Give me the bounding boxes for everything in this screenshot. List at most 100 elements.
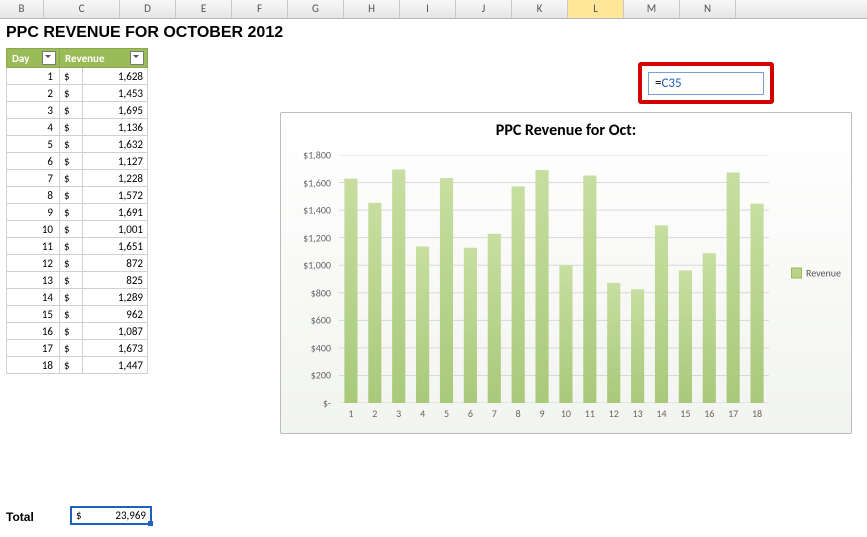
filter-dropdown-icon[interactable] xyxy=(42,51,56,65)
bar[interactable] xyxy=(535,170,548,403)
table-row[interactable]: 1$1,628 xyxy=(7,68,148,85)
table-row[interactable]: 18$1,447 xyxy=(7,357,148,374)
col-header-L[interactable]: L xyxy=(568,0,624,18)
cell-currency[interactable]: $ xyxy=(60,85,83,102)
col-header-K[interactable]: K xyxy=(512,0,568,18)
cell-revenue[interactable]: 1,001 xyxy=(83,221,148,238)
table-row[interactable]: 10$1,001 xyxy=(7,221,148,238)
cell-day[interactable]: 15 xyxy=(7,306,60,323)
cell-day[interactable]: 14 xyxy=(7,289,60,306)
cell-revenue[interactable]: 1,087 xyxy=(83,323,148,340)
cell-currency[interactable]: $ xyxy=(60,204,83,221)
revenue-table[interactable]: Day Revenue 1$1,6282$1,4533$1,6954$1,136… xyxy=(6,48,148,374)
bar[interactable] xyxy=(559,265,572,403)
bar[interactable] xyxy=(416,246,429,403)
cell-currency[interactable]: $ xyxy=(60,187,83,204)
col-header-C[interactable]: C xyxy=(44,0,120,18)
bar[interactable] xyxy=(512,186,525,403)
cell-day[interactable]: 4 xyxy=(7,119,60,136)
cell-currency[interactable]: $ xyxy=(60,221,83,238)
cell-currency[interactable]: $ xyxy=(60,272,83,289)
cell-day[interactable]: 18 xyxy=(7,357,60,374)
cell-currency[interactable]: $ xyxy=(60,153,83,170)
col-header-E[interactable]: E xyxy=(176,0,232,18)
bar[interactable] xyxy=(607,283,620,403)
col-header-D[interactable]: D xyxy=(120,0,176,18)
cell-day[interactable]: 2 xyxy=(7,85,60,102)
bar[interactable] xyxy=(583,176,596,403)
cell-day[interactable]: 13 xyxy=(7,272,60,289)
cell-revenue[interactable]: 1,289 xyxy=(83,289,148,306)
cell-revenue[interactable]: 825 xyxy=(83,272,148,289)
col-day-header[interactable]: Day xyxy=(7,49,60,68)
cell-day[interactable]: 16 xyxy=(7,323,60,340)
bar[interactable] xyxy=(392,169,405,403)
table-row[interactable]: 7$1,228 xyxy=(7,170,148,187)
cell-revenue[interactable]: 1,453 xyxy=(83,85,148,102)
col-header-I[interactable]: I xyxy=(400,0,456,18)
bar[interactable] xyxy=(655,225,668,403)
cell-revenue[interactable]: 1,651 xyxy=(83,238,148,255)
total-cell[interactable]: $ 23,969 xyxy=(70,506,152,525)
bar[interactable] xyxy=(344,179,357,403)
cell-currency[interactable]: $ xyxy=(60,136,83,153)
table-row[interactable]: 5$1,632 xyxy=(7,136,148,153)
col-header-B[interactable]: B xyxy=(0,0,44,18)
bar[interactable] xyxy=(488,234,501,403)
cell-revenue[interactable]: 1,632 xyxy=(83,136,148,153)
cell-day[interactable]: 7 xyxy=(7,170,60,187)
table-row[interactable]: 8$1,572 xyxy=(7,187,148,204)
bar[interactable] xyxy=(703,253,716,403)
cell-revenue[interactable]: 1,127 xyxy=(83,153,148,170)
cell-day[interactable]: 12 xyxy=(7,255,60,272)
cell-currency[interactable]: $ xyxy=(60,255,83,272)
cell-day[interactable]: 1 xyxy=(7,68,60,85)
cell-currency[interactable]: $ xyxy=(60,289,83,306)
col-header-H[interactable]: H xyxy=(344,0,400,18)
cell-revenue[interactable]: 1,691 xyxy=(83,204,148,221)
cell-revenue[interactable]: 1,673 xyxy=(83,340,148,357)
table-row[interactable]: 4$1,136 xyxy=(7,119,148,136)
table-row[interactable]: 2$1,453 xyxy=(7,85,148,102)
col-header-G[interactable]: G xyxy=(288,0,344,18)
cell-currency[interactable]: $ xyxy=(60,170,83,187)
cell-revenue[interactable]: 872 xyxy=(83,255,148,272)
cell-revenue[interactable]: 1,572 xyxy=(83,187,148,204)
table-row[interactable]: 6$1,127 xyxy=(7,153,148,170)
cell-currency[interactable]: $ xyxy=(60,68,83,85)
cell-revenue[interactable]: 1,628 xyxy=(83,68,148,85)
cell-day[interactable]: 6 xyxy=(7,153,60,170)
cell-revenue[interactable]: 1,695 xyxy=(83,102,148,119)
cell-revenue[interactable]: 962 xyxy=(83,306,148,323)
table-row[interactable]: 11$1,651 xyxy=(7,238,148,255)
cell-currency[interactable]: $ xyxy=(60,323,83,340)
bar[interactable] xyxy=(750,204,763,403)
cell-day[interactable]: 10 xyxy=(7,221,60,238)
col-revenue-header[interactable]: Revenue xyxy=(60,49,148,68)
table-row[interactable]: 14$1,289 xyxy=(7,289,148,306)
filter-dropdown-icon[interactable] xyxy=(130,51,144,65)
bar[interactable] xyxy=(727,172,740,403)
table-row[interactable]: 15$962 xyxy=(7,306,148,323)
cell-day[interactable]: 17 xyxy=(7,340,60,357)
table-row[interactable]: 3$1,695 xyxy=(7,102,148,119)
bar[interactable] xyxy=(368,203,381,403)
col-header-F[interactable]: F xyxy=(232,0,288,18)
cell-currency[interactable]: $ xyxy=(60,102,83,119)
table-row[interactable]: 17$1,673 xyxy=(7,340,148,357)
cell-revenue[interactable]: 1,447 xyxy=(83,357,148,374)
table-row[interactable]: 12$872 xyxy=(7,255,148,272)
cell-day[interactable]: 3 xyxy=(7,102,60,119)
revenue-chart[interactable]: PPC Revenue for Oct: $-$200$400$600$800$… xyxy=(280,112,852,434)
cell-day[interactable]: 5 xyxy=(7,136,60,153)
cell-day[interactable]: 9 xyxy=(7,204,60,221)
cell-day[interactable]: 11 xyxy=(7,238,60,255)
bar[interactable] xyxy=(440,178,453,403)
bar[interactable] xyxy=(464,248,477,403)
cell-currency[interactable]: $ xyxy=(60,340,83,357)
cell-currency[interactable]: $ xyxy=(60,119,83,136)
cell-day[interactable]: 8 xyxy=(7,187,60,204)
bar[interactable] xyxy=(679,270,692,403)
cell-currency[interactable]: $ xyxy=(60,306,83,323)
col-header-M[interactable]: M xyxy=(624,0,680,18)
